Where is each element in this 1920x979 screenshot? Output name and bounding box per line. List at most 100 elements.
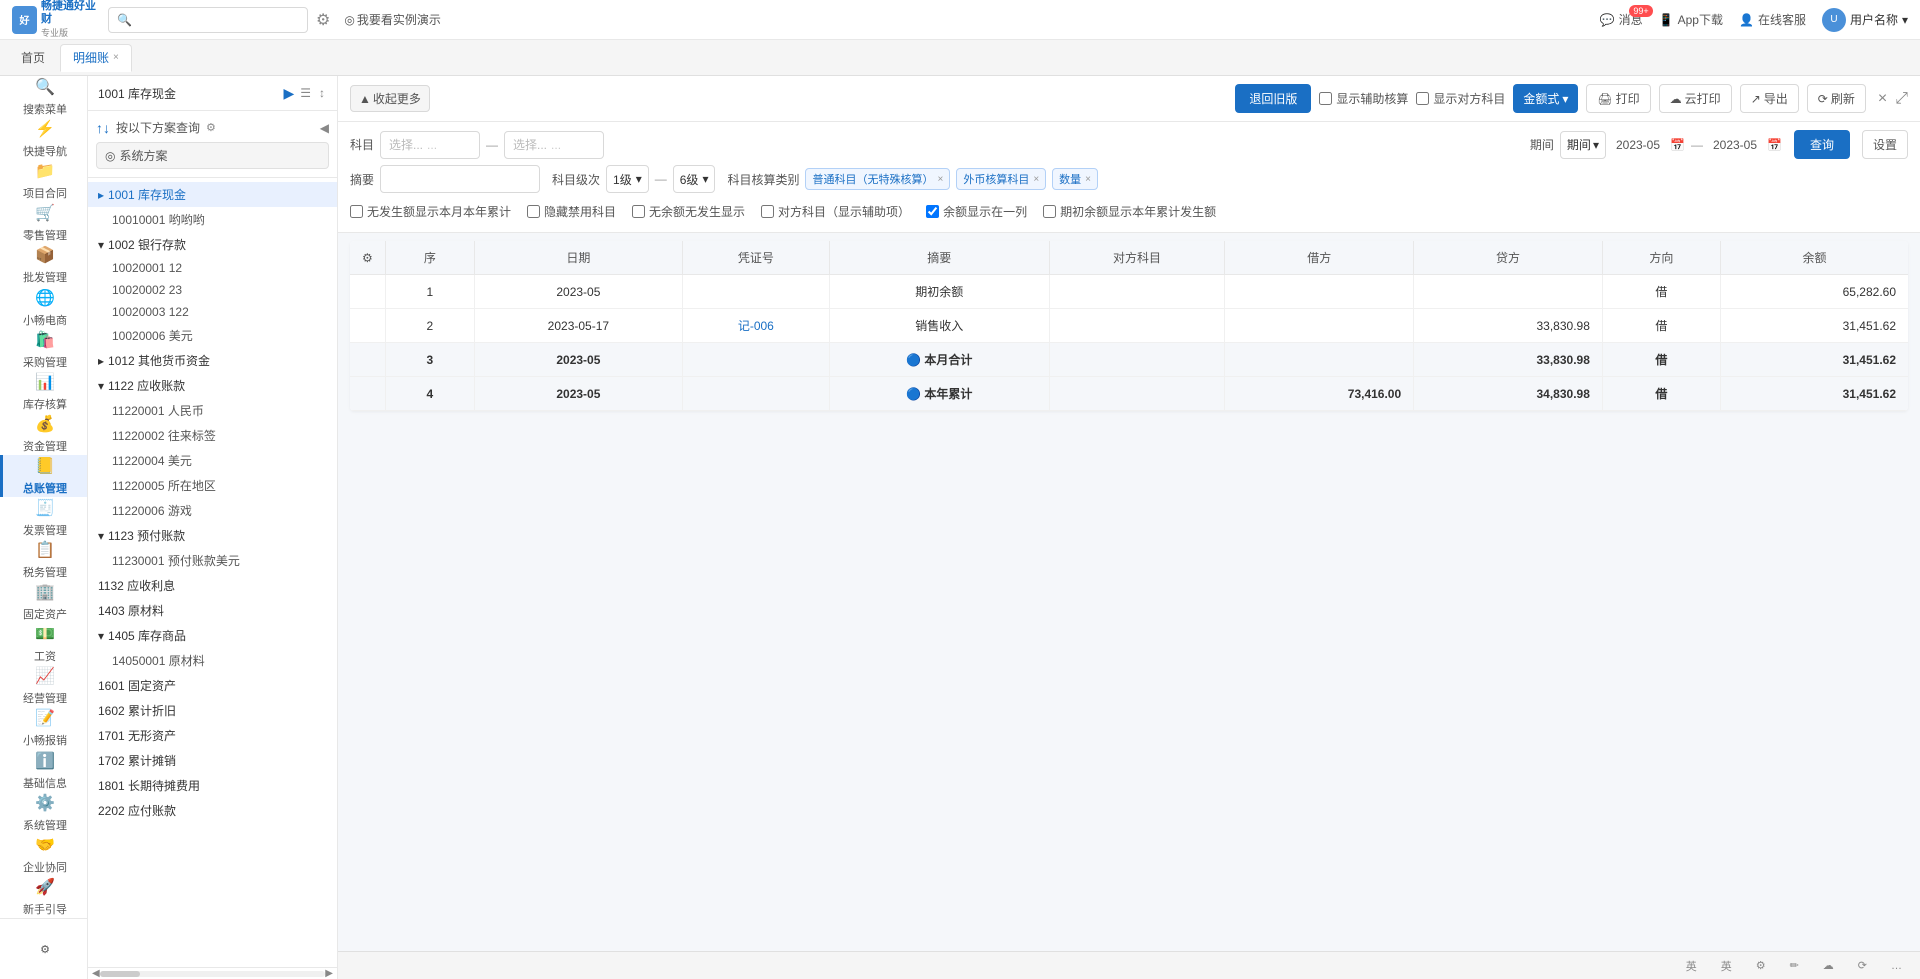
tree-item-1002[interactable]: ▾ 1002 银行存款	[88, 232, 337, 257]
show-contra-label[interactable]: 显示对方科目	[1433, 90, 1505, 107]
export-btn[interactable]: ↗ 导出	[1740, 84, 1799, 113]
voucher-link[interactable]: 记-006	[738, 319, 774, 333]
tree-list-icon[interactable]: ☰	[298, 84, 313, 102]
col-settings-header[interactable]: ⚙	[350, 241, 385, 275]
bottom-more-btn[interactable]: …	[1885, 958, 1908, 974]
tree-item-11220002[interactable]: 11220002 往来标签	[88, 423, 337, 448]
format-dropdown-btn[interactable]: 金额式 ▾	[1513, 84, 1578, 113]
tree-item-1801[interactable]: 1801 长期待摊费用	[88, 773, 337, 798]
tree-item-11220006[interactable]: 11220006 游戏	[88, 498, 337, 523]
show-ytd-checkbox[interactable]	[1043, 205, 1056, 218]
bottom-cloud-btn[interactable]: ☁	[1817, 957, 1840, 974]
sidebar-item-salary[interactable]: 💵 工资	[0, 623, 87, 665]
tree-item-1405[interactable]: ▾ 1405 库存商品	[88, 623, 337, 648]
tree-item-10020006[interactable]: 10020006 美元	[88, 323, 337, 348]
bottom-sync-btn[interactable]: ⟳	[1852, 957, 1873, 974]
sidebar-item-search[interactable]: 🔍 搜索菜单	[0, 76, 87, 118]
sidebar-item-cooperation[interactable]: 🤝 企业协同	[0, 834, 87, 876]
tree-item-1701[interactable]: 1701 无形资产	[88, 723, 337, 748]
query-btn[interactable]: 查询	[1794, 130, 1850, 159]
message-btn[interactable]: 💬 消息 99+	[1600, 11, 1643, 28]
tree-item-11220001[interactable]: 11220001 人民币	[88, 398, 337, 423]
tab-detail-close[interactable]: ×	[113, 52, 119, 63]
tree-item-1122[interactable]: ▾ 1122 应收账款	[88, 373, 337, 398]
query-settings-icon[interactable]: ⚙	[206, 121, 216, 134]
sidebar-item-finance[interactable]: 💰 资金管理	[0, 413, 87, 455]
panel-close-btn[interactable]: ×	[1878, 90, 1887, 108]
level-start-select[interactable]: 1级 ▾	[606, 165, 649, 193]
sidebar-item-system[interactable]: ⚙️ 系统管理	[0, 792, 87, 834]
back-old-btn[interactable]: 退回旧版	[1235, 84, 1311, 113]
normal-tag-close[interactable]: ×	[937, 174, 943, 185]
bottom-translate-btn[interactable]: 英	[1680, 956, 1703, 976]
quantity-tag-close[interactable]: ×	[1085, 174, 1091, 185]
tree-collapse-icon[interactable]: ↕	[317, 84, 327, 102]
subject-input[interactable]: 选择... ...	[380, 131, 480, 159]
sidebar-item-purchase[interactable]: 🛍️ 采购管理	[0, 329, 87, 371]
tree-item-10020001[interactable]: 10020001 12	[88, 257, 337, 279]
summary-input[interactable]	[380, 165, 540, 193]
sidebar-item-inventory[interactable]: 📊 库存核算	[0, 371, 87, 413]
contra-show-checkbox[interactable]	[761, 205, 774, 218]
setting-btn[interactable]: 设置	[1862, 130, 1908, 159]
tree-item-10020003[interactable]: 10020003 122	[88, 301, 337, 323]
search-input[interactable]	[136, 13, 299, 27]
tree-item-1403[interactable]: 1403 原材料	[88, 598, 337, 623]
sidebar-item-project[interactable]: 📁 项目合同	[0, 160, 87, 202]
tab-home[interactable]: 首页	[8, 44, 58, 72]
bottom-settings-btn[interactable]: ⚙	[1750, 957, 1772, 974]
show-aux-label[interactable]: 显示辅助核算	[1336, 90, 1408, 107]
expand-more-btn[interactable]: ▲ 收起更多	[350, 85, 430, 112]
tree-item-11220005[interactable]: 11220005 所在地区	[88, 473, 337, 498]
no-balance-checkbox[interactable]	[632, 205, 645, 218]
tree-item-1602[interactable]: 1602 累计折旧	[88, 698, 337, 723]
tree-item-1132[interactable]: 1132 应收利息	[88, 573, 337, 598]
sidebar-item-guide[interactable]: 🚀 新手引导	[0, 876, 87, 918]
sidebar-item-shortcut[interactable]: ⚡ 快捷导航	[0, 118, 87, 160]
level-end-select[interactable]: 6级 ▾	[673, 165, 716, 193]
refresh-btn[interactable]: ⟳ 刷新	[1807, 84, 1866, 113]
tab-detail[interactable]: 明细账 ×	[60, 44, 132, 72]
bottom-lang-btn[interactable]: 英	[1715, 956, 1738, 976]
period-type-select[interactable]: 期间 ▾	[1560, 131, 1606, 159]
app-download-btn[interactable]: 📱 App下载	[1659, 11, 1723, 28]
tree-item-11230001[interactable]: 11230001 预付账款美元	[88, 548, 337, 573]
subject-input-2[interactable]: 选择... ...	[504, 131, 604, 159]
query-collapse-icon[interactable]: ◀	[320, 121, 329, 135]
show-contra-checkbox[interactable]	[1416, 92, 1429, 105]
sidebar-item-basic[interactable]: ℹ️ 基础信息	[0, 750, 87, 792]
no-occur-checkbox[interactable]	[350, 205, 363, 218]
show-aux-checkbox[interactable]	[1319, 92, 1332, 105]
bottom-edit-btn[interactable]: ✏	[1784, 957, 1805, 974]
tree-item-1012[interactable]: ▸ 1012 其他货币资金	[88, 348, 337, 373]
foreign-tag-close[interactable]: ×	[1033, 174, 1039, 185]
online-service-btn[interactable]: 👤 在线客服	[1739, 11, 1806, 28]
sidebar-item-retail[interactable]: 🛒 零售管理	[0, 202, 87, 244]
sidebar-settings-btn[interactable]: ⚙	[0, 919, 87, 979]
calendar-icon-2[interactable]: 📅	[1767, 138, 1782, 152]
tree-item-2202[interactable]: 2202 应付账款	[88, 798, 337, 823]
sidebar-item-ecommerce[interactable]: 🌐 小畅电商	[0, 286, 87, 328]
scroll-left-btn[interactable]: ◀	[92, 968, 100, 979]
scroll-right-btn[interactable]: ▶	[325, 968, 333, 979]
sidebar-item-report[interactable]: 📝 小畅报销	[0, 707, 87, 749]
tree-item-1601[interactable]: 1601 固定资产	[88, 673, 337, 698]
tree-item-11220004[interactable]: 11220004 美元	[88, 448, 337, 473]
tree-item-10020002[interactable]: 10020002 23	[88, 279, 337, 301]
cloud-print-btn[interactable]: ☁ 云打印	[1659, 84, 1732, 113]
account-forward-arrow[interactable]: ▶	[283, 85, 294, 102]
sidebar-item-tax[interactable]: 📋 税务管理	[0, 539, 87, 581]
tree-item-10010001[interactable]: 10010001 哟哟哟	[88, 207, 337, 232]
sidebar-item-ledger[interactable]: 📒 总账管理	[0, 455, 87, 497]
demo-nav-item[interactable]: ◎ 我要看实例演示	[338, 0, 447, 40]
tree-item-14050001[interactable]: 14050001 原材料	[88, 648, 337, 673]
scheme-btn[interactable]: ◎ 系统方案	[96, 142, 329, 169]
calendar-icon-1[interactable]: 📅	[1670, 138, 1685, 152]
sidebar-item-invoice[interactable]: 🧾 发票管理	[0, 497, 87, 539]
sidebar-item-operation[interactable]: 📈 经营管理	[0, 665, 87, 707]
tree-item-1001[interactable]: ▸ 1001 库存现金	[88, 182, 337, 207]
tree-item-1702[interactable]: 1702 累计摊销	[88, 748, 337, 773]
user-area[interactable]: U 用户名称 ▾	[1822, 8, 1908, 32]
top-search-bar[interactable]: 🔍	[108, 7, 308, 33]
print-btn[interactable]: 🖨 打印	[1586, 84, 1650, 113]
